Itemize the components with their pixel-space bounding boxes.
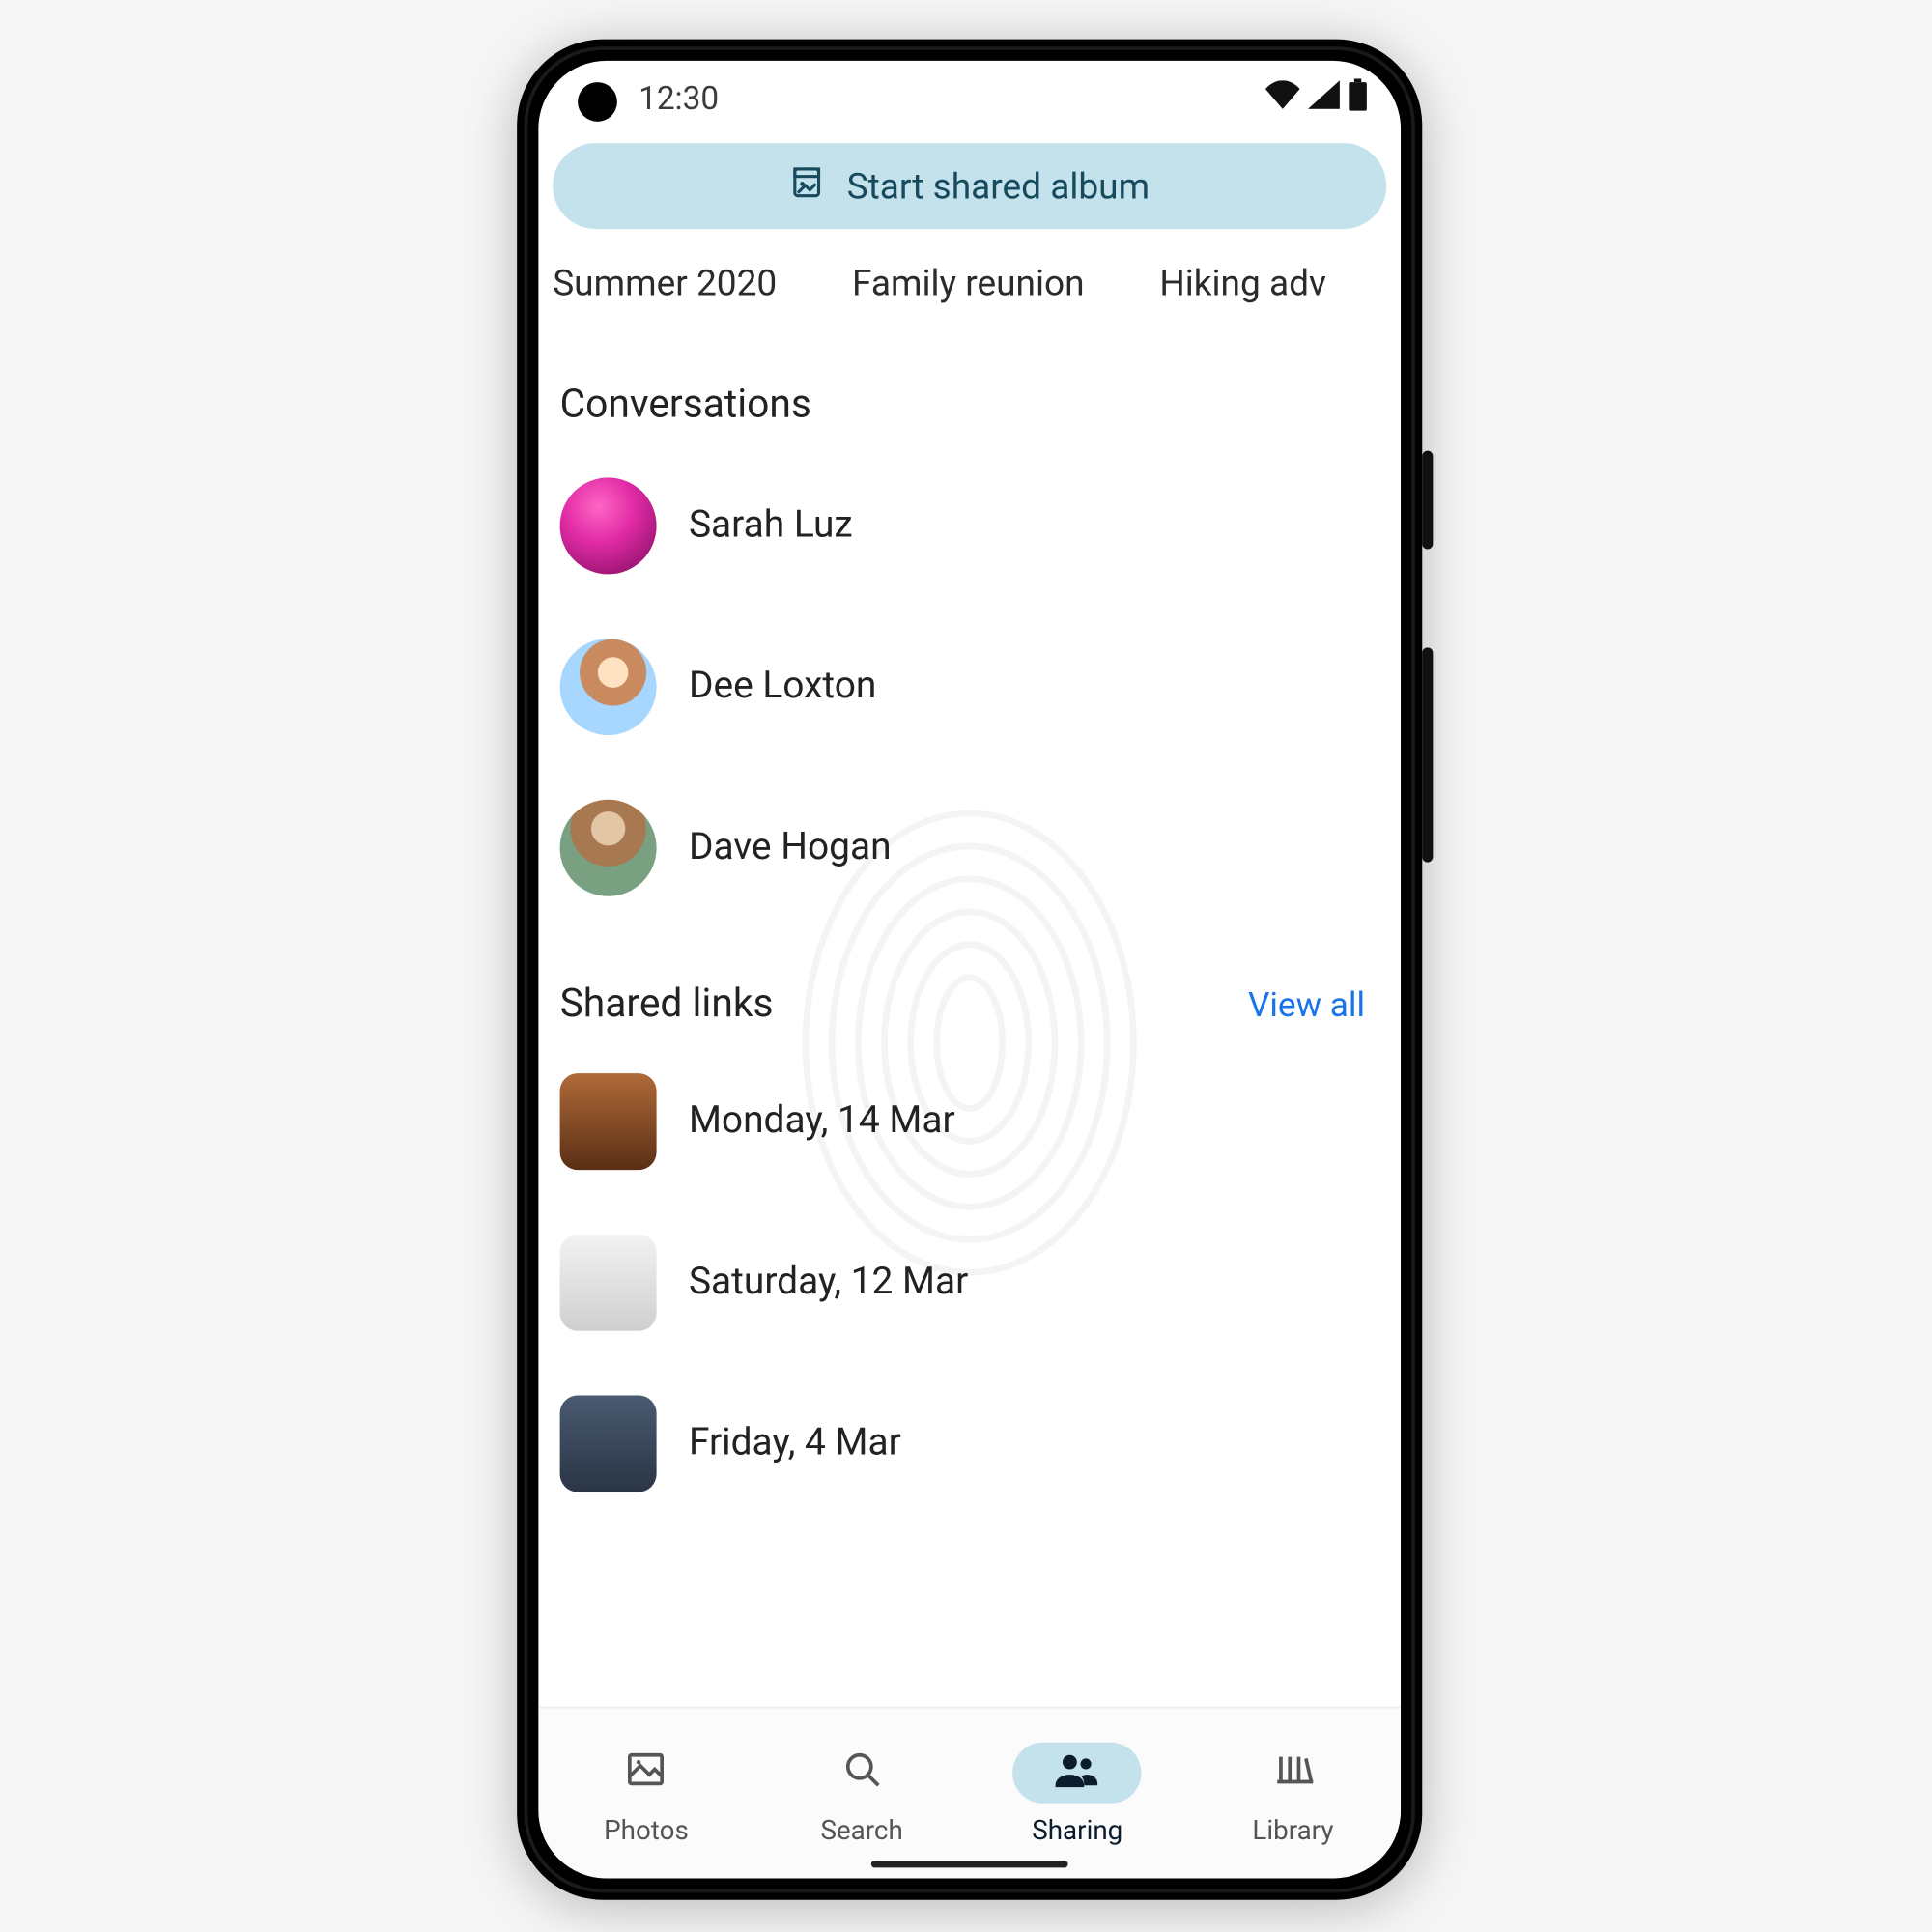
shared-link-row[interactable]: Saturday, 12 Mar <box>538 1202 1401 1363</box>
nav-label: Library <box>1252 1813 1333 1845</box>
battery-icon <box>1347 77 1368 119</box>
phone-frame: 12:30 <box>517 40 1422 1900</box>
nav-label: Search <box>820 1813 902 1845</box>
bottom-nav: Photos Search Shar <box>538 1707 1401 1879</box>
album-add-icon <box>789 163 825 208</box>
shared-link-label: Saturday, 12 Mar <box>689 1262 968 1304</box>
nav-sharing[interactable]: Sharing <box>970 1709 1185 1879</box>
album-chip[interactable]: Summer 2020 <box>553 261 777 303</box>
conversations-heading: Conversations <box>538 315 1401 445</box>
conversation-name: Dave Hogan <box>689 827 892 869</box>
conversation-name: Sarah Luz <box>689 504 853 547</box>
photos-icon <box>625 1747 668 1797</box>
shared-link-row[interactable]: Friday, 4 Mar <box>538 1363 1401 1524</box>
nav-label: Sharing <box>1032 1813 1122 1845</box>
shared-albums-row[interactable]: Summer 2020 Family reunion Hiking adv <box>538 246 1401 314</box>
clock: 12:30 <box>639 79 719 117</box>
search-icon <box>840 1747 883 1797</box>
album-chip[interactable]: Family reunion <box>852 261 1085 303</box>
nav-photos[interactable]: Photos <box>538 1709 753 1879</box>
punch-hole-camera <box>578 82 617 122</box>
gesture-bar[interactable] <box>871 1861 1068 1867</box>
shared-link-label: Friday, 4 Mar <box>689 1422 901 1464</box>
shared-links-heading: Shared links <box>560 982 774 1027</box>
nav-search[interactable]: Search <box>754 1709 970 1879</box>
start-shared-album-button[interactable]: Start shared album <box>553 143 1386 229</box>
conversation-name: Dee Loxton <box>689 666 876 708</box>
avatar <box>560 477 657 574</box>
status-bar: 12:30 <box>538 61 1401 136</box>
nav-label: Photos <box>604 1813 689 1845</box>
conversation-row[interactable]: Sarah Luz <box>538 445 1401 607</box>
view-all-link[interactable]: View all <box>1248 984 1365 1026</box>
shared-link-thumbnail <box>560 1235 657 1331</box>
power-button <box>1422 451 1433 550</box>
avatar <box>560 639 657 735</box>
shared-link-thumbnail <box>560 1395 657 1492</box>
cell-signal-icon <box>1308 79 1340 117</box>
shared-link-label: Monday, 14 Mar <box>689 1100 955 1143</box>
conversation-row[interactable]: Dee Loxton <box>538 607 1401 768</box>
shared-link-thumbnail <box>560 1073 657 1170</box>
album-chip[interactable]: Hiking adv <box>1159 261 1326 303</box>
conversation-row[interactable]: Dave Hogan <box>538 767 1401 928</box>
volume-button <box>1422 647 1433 862</box>
avatar <box>560 800 657 896</box>
wifi-icon <box>1264 79 1300 117</box>
people-icon <box>1054 1747 1100 1797</box>
start-shared-album-label: Start shared album <box>847 164 1150 207</box>
library-icon <box>1271 1747 1314 1797</box>
screen: 12:30 <box>538 61 1401 1879</box>
shared-link-row[interactable]: Monday, 14 Mar <box>538 1041 1401 1203</box>
nav-library[interactable]: Library <box>1185 1709 1401 1879</box>
